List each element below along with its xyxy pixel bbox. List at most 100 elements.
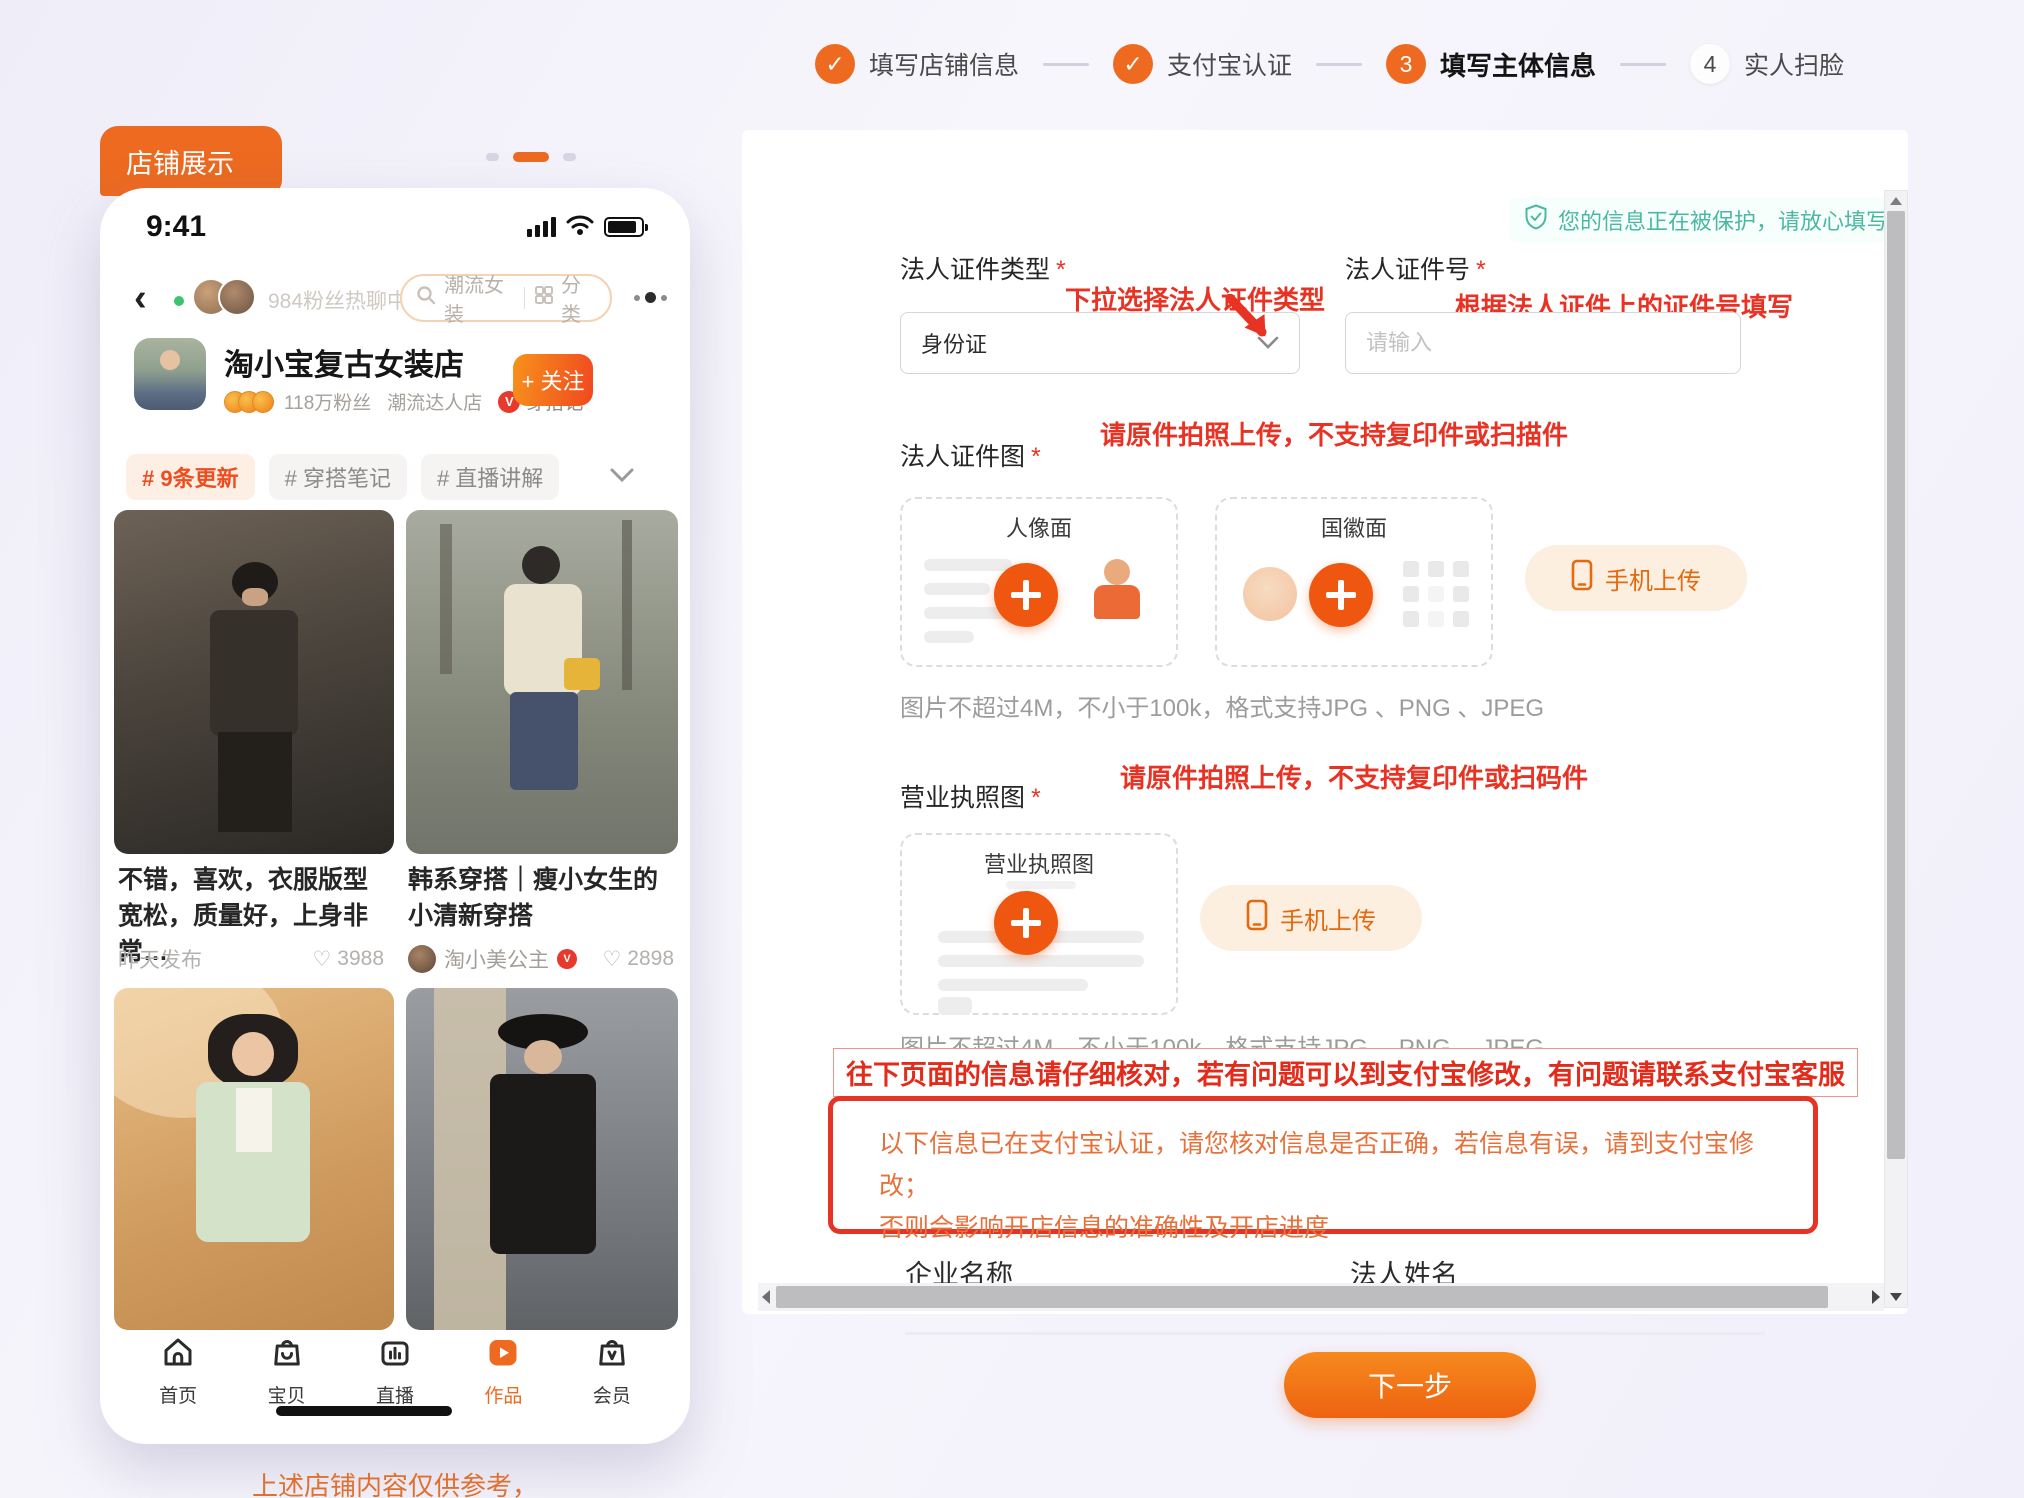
stepper-step-face-scan: 4 实人扫脸	[1690, 44, 1844, 84]
chevron-down-icon[interactable]	[609, 467, 635, 488]
text-grid-decoration	[1403, 561, 1469, 627]
tab-updates[interactable]: # 9条更新	[126, 454, 255, 500]
post-meta: 淘小美公主 V ♡ 2898	[408, 944, 674, 974]
post-photo[interactable]	[114, 988, 394, 1330]
post-photo[interactable]	[406, 510, 678, 854]
onboarding-stepper: ✓ 填写店铺信息 ✓ 支付宝认证 3 填写主体信息 4 实人扫脸	[815, 44, 1844, 84]
post-meta: 昨天发布 ♡ 3988	[118, 944, 384, 974]
post-date: 昨天发布	[118, 944, 202, 974]
post-caption[interactable]: 韩系穿搭｜瘦小女生的小清新穿搭	[408, 862, 676, 934]
nav-item-items[interactable]: 宝贝	[244, 1334, 330, 1408]
license-annotation: 请原件拍照上传，不支持复印件或扫码件	[1120, 758, 1588, 795]
heart-icon[interactable]: ♡	[602, 947, 621, 972]
wifi-icon	[566, 214, 594, 241]
id-type-value: 身份证	[921, 327, 987, 359]
scroll-left-arrow[interactable]	[762, 1290, 770, 1304]
member-bag-icon	[593, 1334, 631, 1376]
review-warning-banner: 往下页面的信息请仔细核对，若有问题可以到支付宝修改，有问题请联系支付宝客服	[833, 1048, 1858, 1097]
id-type-label: 法人证件类型*	[900, 250, 1066, 286]
annotation-arrow-icon	[1222, 294, 1280, 353]
signal-icon	[527, 217, 556, 237]
mobile-upload-button[interactable]: 手机上传	[1200, 885, 1422, 951]
id-number-label: 法人证件号*	[1345, 250, 1486, 286]
license-label: 营业执照图*	[900, 778, 1041, 814]
upload-business-license[interactable]: 营业执照图	[900, 833, 1178, 1015]
nav-item-live[interactable]: 直播	[352, 1334, 438, 1408]
nav-label: 直播	[376, 1381, 414, 1408]
shop-avatar	[134, 338, 206, 410]
shop-preview-tab[interactable]: 店铺展示	[100, 126, 282, 196]
stepper-step-subject-info: 3 填写主体信息	[1386, 44, 1596, 84]
post-photo[interactable]	[114, 510, 394, 854]
page: ✓ 填写店铺信息 ✓ 支付宝认证 3 填写主体信息 4 实人扫脸 店铺展示 9:…	[0, 0, 2024, 1498]
protect-note-text: 您的信息正在被保护，请放心填写	[1558, 204, 1888, 236]
online-dot	[174, 296, 184, 306]
vertical-scrollbar[interactable]	[1884, 190, 1908, 1308]
required-mark: *	[1031, 784, 1041, 812]
vertical-scrollbar-thumb[interactable]	[1887, 211, 1905, 1159]
home-icon	[159, 1334, 197, 1376]
post-photo[interactable]	[406, 988, 678, 1330]
divider	[524, 287, 525, 309]
nav-item-works[interactable]: 作品	[460, 1334, 546, 1408]
plus-icon[interactable]	[994, 563, 1058, 627]
step-label: 支付宝认证	[1167, 46, 1292, 82]
upload-title: 人像面	[902, 511, 1176, 543]
phone-header: ‹ 984粉丝热聊中 › 潮流女装	[100, 276, 690, 326]
more-icon[interactable]	[634, 292, 667, 303]
scroll-right-arrow[interactable]	[1872, 1290, 1880, 1304]
followers-count: 118万粉丝	[284, 388, 371, 415]
horizontal-scrollbar-thumb[interactable]	[776, 1286, 1828, 1308]
search-category: 分类	[561, 269, 596, 327]
emblem-icon	[1243, 567, 1297, 621]
search-keyword: 潮流女装	[444, 269, 514, 327]
phone-icon	[1246, 899, 1268, 938]
phone-status-bar: 9:41	[100, 210, 690, 244]
id-card-illustration	[902, 543, 1176, 653]
scroll-down-arrow[interactable]	[1890, 1293, 1902, 1301]
follow-button[interactable]: + 关注	[513, 354, 593, 406]
mobile-upload-button[interactable]: 手机上传	[1525, 545, 1747, 611]
required-mark: *	[1031, 443, 1041, 471]
bag-icon	[268, 1334, 306, 1376]
upload-emblem-side[interactable]: 国徽面	[1215, 497, 1493, 667]
fans-chat-label[interactable]: 984粉丝热聊中	[268, 285, 408, 315]
heart-icon[interactable]: ♡	[312, 947, 331, 972]
plus-icon[interactable]	[994, 891, 1058, 955]
status-time: 9:41	[146, 210, 206, 244]
carousel-dot[interactable]	[563, 153, 576, 161]
id-number-input[interactable]	[1345, 312, 1741, 374]
back-icon[interactable]: ‹	[134, 276, 147, 320]
id-card-illustration	[1217, 543, 1491, 653]
divider	[905, 1332, 1765, 1335]
preview-disclaimer: 上述店铺内容仅供参考，	[100, 1466, 690, 1498]
shop-tag: 潮流达人店	[387, 388, 482, 415]
carousel-dots[interactable]	[486, 152, 576, 162]
alipay-notice-line1: 以下信息已在支付宝认证，请您核对信息是否正确，若信息有误，请到支付宝修改；	[879, 1123, 1773, 1207]
search-bar[interactable]: 潮流女装 分类	[400, 274, 612, 322]
horizontal-scrollbar[interactable]	[758, 1283, 1884, 1311]
license-illustration	[902, 879, 1176, 1001]
nav-label: 会员	[593, 1381, 631, 1408]
check-icon: ✓	[815, 44, 855, 84]
carousel-dot[interactable]	[486, 153, 499, 161]
like-count: 3988	[337, 947, 384, 971]
upload-title: 国徽面	[1217, 511, 1491, 543]
tab-outfit-notes[interactable]: # 穿搭笔记	[269, 454, 407, 500]
scroll-up-arrow[interactable]	[1890, 197, 1902, 205]
alipay-notice-box: 以下信息已在支付宝认证，请您核对信息是否正确，若信息有误，请到支付宝修改； 否则…	[828, 1096, 1818, 1234]
upload-portrait-side[interactable]: 人像面	[900, 497, 1178, 667]
stepper-connector	[1620, 63, 1666, 66]
phone-icon	[1571, 559, 1593, 598]
plus-icon[interactable]	[1309, 563, 1373, 627]
tab-live-explain[interactable]: # 直播讲解	[421, 454, 559, 500]
nav-item-member[interactable]: 会员	[569, 1334, 655, 1408]
nav-item-home[interactable]: 首页	[135, 1334, 221, 1408]
phone-preview: 9:41 ‹ 984粉丝热聊中 ›	[100, 188, 690, 1444]
carousel-dot-active[interactable]	[513, 152, 549, 162]
search-icon	[416, 285, 436, 311]
stepper-step-shop-info: ✓ 填写店铺信息	[815, 44, 1019, 84]
like-count: 2898	[627, 947, 674, 971]
next-step-button[interactable]: 下一步	[1284, 1352, 1536, 1418]
protect-note: 您的信息正在被保护，请放心填写	[1510, 198, 1902, 242]
